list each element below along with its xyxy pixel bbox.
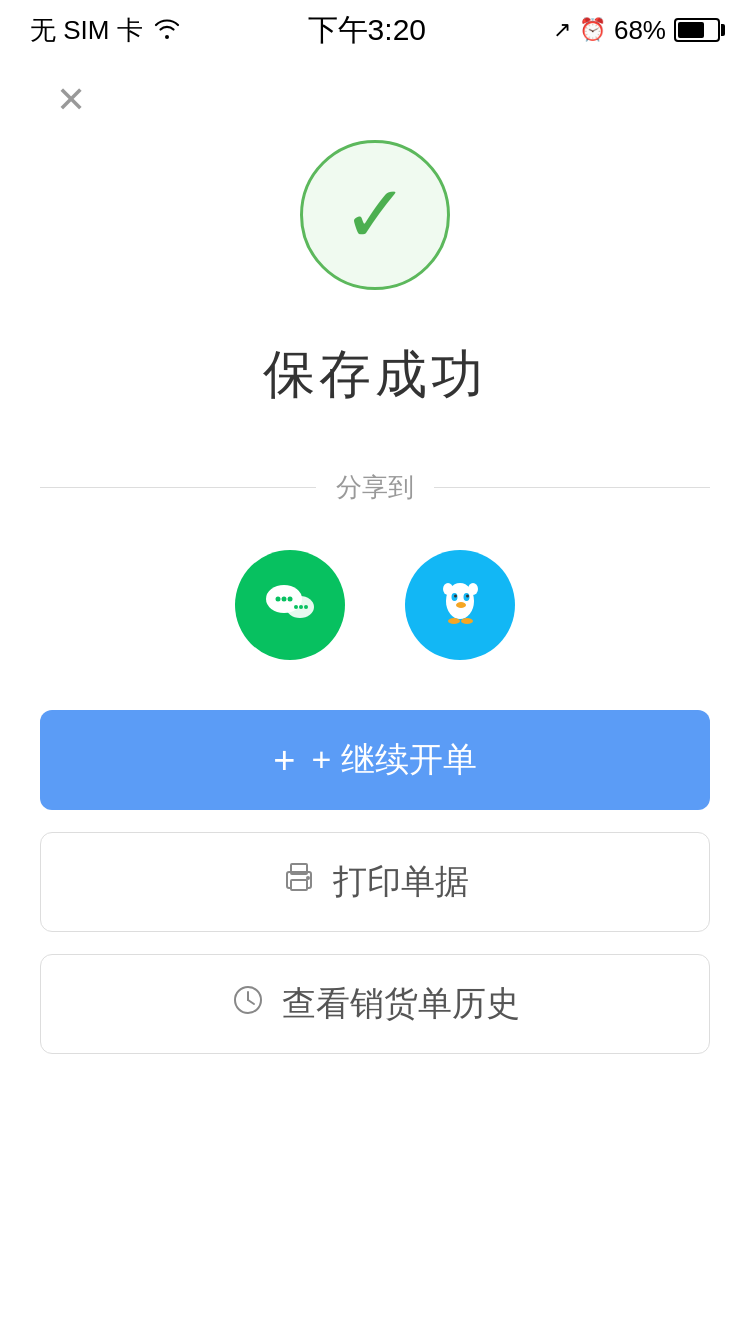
share-label: 分享到 [336, 470, 414, 505]
svg-point-6 [299, 605, 303, 609]
continue-order-button[interactable]: + + 继续开单 [40, 710, 710, 810]
svg-point-2 [275, 596, 280, 601]
carrier-label: 无 SIM 卡 [30, 13, 143, 48]
battery-indicator [674, 18, 720, 42]
close-icon: ✕ [56, 82, 86, 118]
close-button[interactable]: ✕ [46, 75, 96, 125]
history-button[interactable]: 查看销货单历史 [40, 954, 710, 1054]
wechat-share-button[interactable] [235, 550, 345, 660]
alarm-icon: ⏰ [579, 17, 606, 43]
success-title: 保存成功 [263, 340, 487, 410]
share-icons-row [40, 550, 710, 660]
svg-rect-20 [291, 880, 307, 890]
battery-percent: 68% [614, 15, 666, 46]
wechat-icon [258, 571, 323, 640]
svg-point-12 [466, 594, 469, 597]
continue-icon: + [273, 739, 295, 782]
qq-icon [428, 571, 493, 640]
svg-point-15 [461, 618, 473, 624]
print-button[interactable]: 打印单据 [40, 832, 710, 932]
divider-left [40, 487, 316, 488]
main-content: ✓ 保存成功 分享到 [0, 60, 750, 1054]
action-buttons: + + 继续开单 打印单据 查看销货单历史 [0, 710, 750, 1054]
checkmark-icon: ✓ [342, 175, 409, 255]
svg-point-16 [443, 583, 453, 595]
print-label: 打印单据 [333, 859, 469, 905]
continue-label: + 继续开单 [311, 737, 476, 783]
svg-point-3 [281, 596, 286, 601]
history-icon [230, 982, 266, 1026]
svg-point-13 [456, 602, 466, 608]
history-label: 查看销货单历史 [282, 981, 520, 1027]
print-icon [281, 860, 317, 904]
wifi-icon [153, 15, 181, 46]
success-icon-circle: ✓ [300, 140, 450, 290]
share-divider: 分享到 [40, 470, 710, 505]
share-section: 分享到 [0, 470, 750, 660]
qq-share-button[interactable] [405, 550, 515, 660]
svg-point-11 [454, 594, 457, 597]
svg-point-4 [287, 596, 292, 601]
svg-point-7 [304, 605, 308, 609]
status-bar: 无 SIM 卡 下午3:20 ↗ ⏰ 68% [0, 0, 750, 60]
svg-point-17 [468, 583, 478, 595]
location-icon: ↗ [553, 17, 571, 43]
svg-point-14 [448, 618, 460, 624]
status-left: 无 SIM 卡 [30, 13, 181, 48]
divider-right [434, 487, 710, 488]
svg-point-5 [294, 605, 298, 609]
svg-point-21 [306, 876, 310, 880]
status-right: ↗ ⏰ 68% [553, 15, 720, 46]
time-label: 下午3:20 [308, 10, 426, 51]
svg-line-24 [248, 1000, 254, 1004]
